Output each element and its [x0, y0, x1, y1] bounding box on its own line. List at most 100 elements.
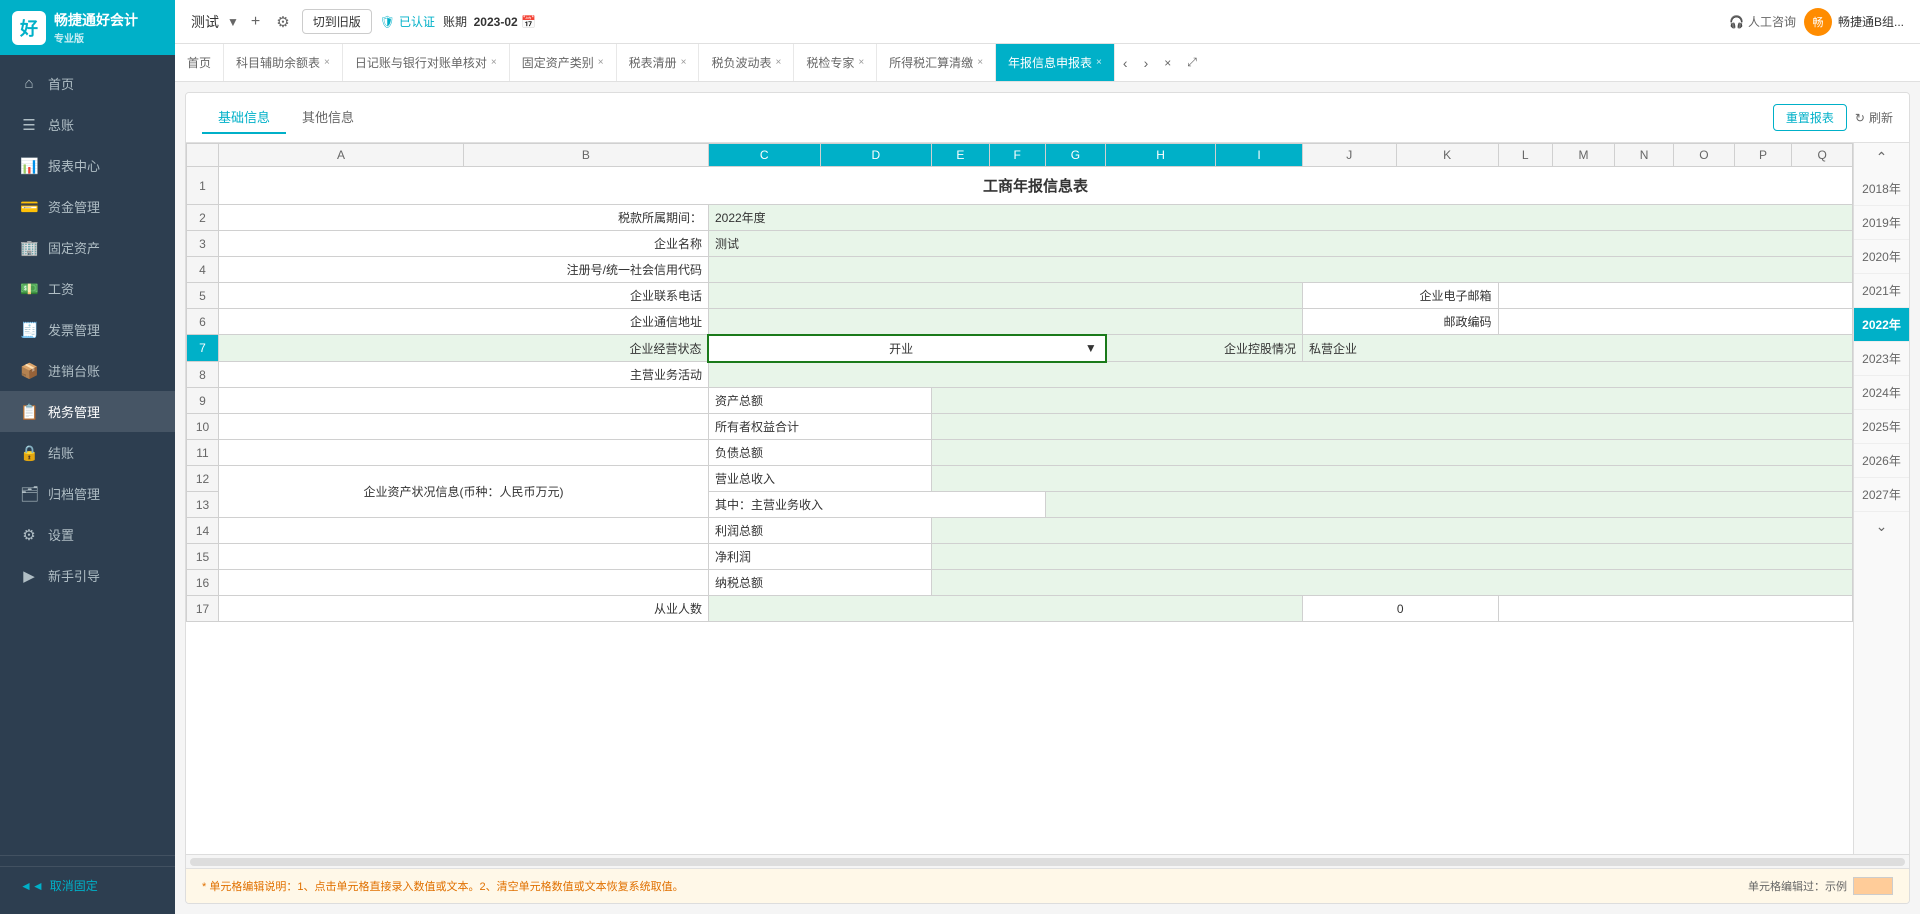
tab-label: 税检专家: [806, 54, 854, 71]
spreadsheet-table: A B C D E F G H I J K L: [186, 143, 1853, 622]
sidebar-item-payroll[interactable]: 💵 工资: [0, 268, 175, 309]
guide-icon: ▶: [20, 567, 38, 585]
phone-value[interactable]: [708, 283, 1302, 309]
tab-income-tax[interactable]: 所得税汇算清缴 ×: [877, 44, 996, 81]
total-assets-value[interactable]: [932, 388, 1853, 414]
dropdown-arrow-icon[interactable]: ▼: [1085, 341, 1097, 355]
year-item-2018[interactable]: 2018年: [1854, 172, 1909, 206]
year-item-2019[interactable]: 2019年: [1854, 206, 1909, 240]
year-scroll-up-button[interactable]: ⌃: [1876, 149, 1888, 166]
app-logo: 好 畅捷通好会计 专业版: [0, 0, 175, 55]
ownership-value[interactable]: 私营企业: [1302, 335, 1852, 362]
tab-close-icon[interactable]: ×: [324, 57, 330, 68]
topbar-dropdown-icon[interactable]: ▼: [227, 15, 239, 29]
sidebar-item-close[interactable]: 🔒 结账: [0, 432, 175, 473]
help-button[interactable]: 🎧 人工咨询: [1729, 13, 1796, 30]
profit-value[interactable]: [932, 518, 1853, 544]
tab-close-icon[interactable]: ×: [681, 57, 687, 68]
grid-area[interactable]: A B C D E F G H I J K L: [186, 143, 1853, 854]
address-label: 企业通信地址: [219, 309, 709, 335]
address-value[interactable]: [708, 309, 1302, 335]
postcode-value[interactable]: [1498, 309, 1852, 335]
main-revenue-value[interactable]: [1045, 492, 1852, 518]
tab-annual-report[interactable]: 年报信息申报表 ×: [996, 44, 1115, 81]
liab-value[interactable]: [932, 440, 1853, 466]
sidebar-item-archive[interactable]: 🗂 归档管理: [0, 473, 175, 514]
tab-next-button[interactable]: ›: [1136, 44, 1157, 81]
tab-home[interactable]: 首页: [175, 44, 224, 81]
company-name-value[interactable]: 测试: [708, 231, 1852, 257]
tab-close-icon[interactable]: ×: [598, 57, 604, 68]
email-value[interactable]: [1498, 283, 1852, 309]
year-item-2027[interactable]: 2027年: [1854, 478, 1909, 512]
year-item-2024[interactable]: 2024年: [1854, 376, 1909, 410]
sheet-tab-other[interactable]: 其他信息: [286, 101, 370, 134]
switch-version-button[interactable]: 切到旧版: [302, 9, 372, 34]
sidebar-item-guide[interactable]: ▶ 新手引导: [0, 555, 175, 596]
period-value-cell[interactable]: 2022年度: [708, 205, 1852, 231]
tab-journal-bank[interactable]: 日记账与银行对账单核对 ×: [343, 44, 510, 81]
horizontal-scrollbar-area[interactable]: [186, 854, 1909, 868]
sidebar-item-label: 税务管理: [48, 402, 100, 421]
tax-total-value[interactable]: [932, 570, 1853, 596]
col-Q: Q: [1792, 144, 1853, 167]
sheet-title-cell[interactable]: 工商年报信息表: [219, 167, 1853, 205]
employees-value2[interactable]: 0: [1302, 596, 1498, 622]
refresh-button[interactable]: ↻ 刷新: [1855, 109, 1893, 126]
reset-report-button[interactable]: 重置报表: [1773, 104, 1847, 131]
biz-status-value[interactable]: 开业 ▼: [708, 335, 1105, 362]
topbar-settings-button[interactable]: ⚙: [272, 9, 293, 35]
table-row: 3 企业名称 测试: [187, 231, 1853, 257]
sidebar-item-ledger[interactable]: ☰ 总账: [0, 104, 175, 145]
certified-text: 已认证: [399, 13, 435, 30]
year-item-2025[interactable]: 2025年: [1854, 410, 1909, 444]
tab-tax-return[interactable]: 税表清册 ×: [617, 44, 700, 81]
tab-tax-change[interactable]: 税负波动表 ×: [699, 44, 794, 81]
tab-label: 日记账与银行对账单核对: [355, 54, 487, 71]
col-O: O: [1674, 144, 1735, 167]
equity-value[interactable]: [932, 414, 1853, 440]
tab-close-icon[interactable]: ×: [1096, 57, 1102, 68]
expand-button[interactable]: ⤢: [1179, 55, 1205, 70]
close-all-tabs-button[interactable]: ×: [1156, 56, 1179, 70]
table-row: 4 注册号/统一社会信用代码: [187, 257, 1853, 283]
year-item-2022[interactable]: 2022年: [1854, 308, 1909, 342]
tab-close-icon[interactable]: ×: [491, 57, 497, 68]
sheet-tab-basic[interactable]: 基础信息: [202, 101, 286, 134]
revenue-value[interactable]: [932, 466, 1853, 492]
tab-close-icon[interactable]: ×: [977, 57, 983, 68]
sidebar-item-home[interactable]: ⌂ 首页: [0, 63, 175, 104]
employees-value1[interactable]: [708, 596, 1302, 622]
tab-close-icon[interactable]: ×: [858, 57, 864, 68]
year-item-2020[interactable]: 2020年: [1854, 240, 1909, 274]
sidebar-item-invoice[interactable]: 🧾 发票管理: [0, 309, 175, 350]
topbar-add-button[interactable]: +: [247, 9, 264, 35]
employees-value3[interactable]: [1498, 596, 1852, 622]
year-item-2021[interactable]: 2021年: [1854, 274, 1909, 308]
main-biz-value[interactable]: [708, 362, 1852, 388]
user-menu[interactable]: 畅 畅捷通B组...: [1804, 8, 1904, 36]
sidebar-item-funds[interactable]: 💳 资金管理: [0, 186, 175, 227]
spreadsheet-scroll[interactable]: A B C D E F G H I J K L: [186, 143, 1909, 854]
horizontal-scrollbar[interactable]: [190, 858, 1905, 866]
net-profit-value[interactable]: [932, 544, 1853, 570]
tab-prev-button[interactable]: ‹: [1115, 44, 1136, 81]
year-item-2023[interactable]: 2023年: [1854, 342, 1909, 376]
year-item-2026[interactable]: 2026年: [1854, 444, 1909, 478]
tab-close-icon[interactable]: ×: [775, 57, 781, 68]
sheet-footer: * 单元格编辑说明：1、点击单元格直接录入数值或文本。2、清空单元格数值或文本恢…: [186, 868, 1909, 903]
sidebar-item-reports[interactable]: 📊 报表中心: [0, 145, 175, 186]
sidebar-item-assets[interactable]: 🏢 固定资产: [0, 227, 175, 268]
sidebar-item-settings[interactable]: ⚙ 设置: [0, 514, 175, 555]
net-profit-label: 净利润: [708, 544, 931, 570]
tab-tax-check[interactable]: 税检专家 ×: [794, 44, 877, 81]
table-row: 5 企业联系电话 企业电子邮箱: [187, 283, 1853, 309]
tab-fixed-assets[interactable]: 固定资产类别 ×: [510, 44, 617, 81]
year-scroll-down-button[interactable]: ⌄: [1876, 518, 1888, 535]
reg-no-value[interactable]: [708, 257, 1852, 283]
unpin-button[interactable]: ◄◄ 取消固定: [0, 866, 175, 904]
phone-label: 企业联系电话: [219, 283, 709, 309]
sidebar-item-stockledger[interactable]: 📦 进销台账: [0, 350, 175, 391]
tab-aux-balance[interactable]: 科目辅助余额表 ×: [224, 44, 343, 81]
sidebar-item-tax[interactable]: 📋 税务管理: [0, 391, 175, 432]
